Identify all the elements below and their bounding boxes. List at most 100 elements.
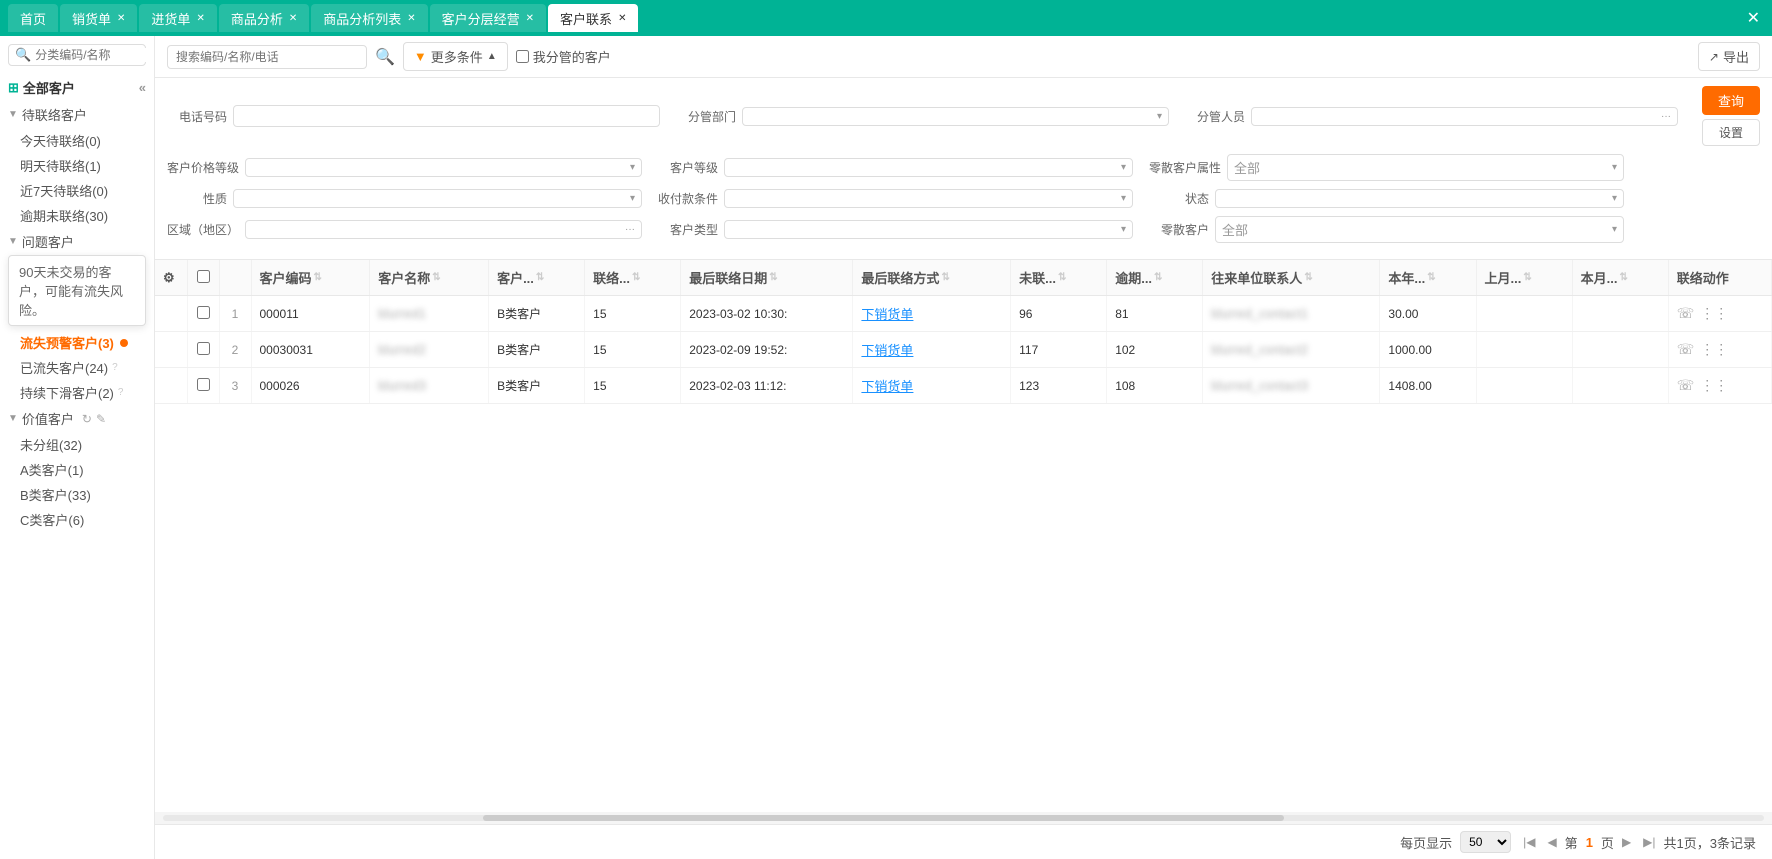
th-unit-contact[interactable]: 往来单位联系人 ⇅ xyxy=(1203,260,1380,296)
sidebar-item-class-c[interactable]: C类客户(6) xyxy=(0,507,154,532)
per-page-select[interactable]: 50 100 200 xyxy=(1460,831,1511,853)
row-last-method-0[interactable]: 下销货单 xyxy=(853,296,1011,332)
row-checkbox-cell-0[interactable] xyxy=(187,296,219,332)
main-search-input[interactable] xyxy=(167,45,367,69)
edit-icon[interactable]: ✎ xyxy=(96,412,106,426)
sidebar-item-class-a[interactable]: A类客户(1) xyxy=(0,457,154,482)
th-last-method[interactable]: 最后联络方式 ⇅ xyxy=(853,260,1011,296)
more-action-icon-1[interactable]: ⋮⋮ xyxy=(1700,341,1728,358)
tab-sales-order[interactable]: 销货单 ✕ xyxy=(60,4,137,32)
sidebar-item-today-pending[interactable]: 今天待联络(0) xyxy=(0,128,154,153)
th-code[interactable]: 客户编码 ⇅ xyxy=(251,260,370,296)
status-select[interactable]: ▾ xyxy=(1215,189,1624,208)
sidebar-search-input[interactable] xyxy=(35,48,155,62)
data-table: ⚙ 客户编码 ⇅ xyxy=(155,260,1772,404)
more-action-icon-0[interactable]: ⋮⋮ xyxy=(1700,305,1728,322)
person-select[interactable]: ··· xyxy=(1251,107,1678,126)
tab-product-analysis-list[interactable]: 商品分析列表 ✕ xyxy=(311,4,427,32)
filter-row-4: 区域（地区） ··· 客户类型 ▾ 零散客户 全部 xyxy=(167,216,1760,243)
window-close-button[interactable]: ✕ xyxy=(1743,4,1764,32)
th-settings[interactable]: ⚙ xyxy=(155,260,187,296)
prev-page-button[interactable]: ◀ xyxy=(1543,833,1560,851)
more-conditions-button[interactable]: ▼ 更多条件 ▲ xyxy=(403,42,508,71)
th-contact[interactable]: 联络... ⇅ xyxy=(585,260,681,296)
close-tab-product-list[interactable]: ✕ xyxy=(407,13,415,24)
sidebar-group-value[interactable]: ▼ 价值客户 ↻ ✎ xyxy=(0,405,154,432)
th-name[interactable]: 客户名称 ⇅ xyxy=(370,260,489,296)
customer-type-select[interactable]: ▾ xyxy=(724,220,1133,239)
close-tab-product-analysis[interactable]: ✕ xyxy=(289,13,297,24)
close-tab-purchase[interactable]: ✕ xyxy=(196,13,204,24)
sidebar-item-churn-warning[interactable]: 流失预警客户(3) xyxy=(0,330,154,355)
first-page-button[interactable]: |◀ xyxy=(1519,833,1539,851)
settings-button[interactable]: 设置 xyxy=(1702,119,1760,146)
th-type[interactable]: 客户... ⇅ xyxy=(489,260,585,296)
zero-attr-select[interactable]: 全部 ▾ xyxy=(1227,154,1624,181)
tab-customer-segmentation[interactable]: 客户分层经营 ✕ xyxy=(430,4,546,32)
more-action-icon-2[interactable]: ⋮⋮ xyxy=(1700,377,1728,394)
close-tab-segmentation[interactable]: ✕ xyxy=(526,13,534,24)
sidebar-item-declining[interactable]: 持续下滑客户(2) ? xyxy=(0,380,154,405)
export-button[interactable]: ↗ 导出 xyxy=(1698,42,1760,71)
phone-input[interactable] xyxy=(233,105,660,127)
sidebar-group-pending[interactable]: ▼ 待联络客户 xyxy=(0,101,154,128)
select-all-checkbox[interactable] xyxy=(197,270,210,283)
payment-label: 收付款条件 xyxy=(658,190,718,207)
horizontal-scrollbar[interactable] xyxy=(155,812,1772,824)
row-checkbox-cell-2[interactable] xyxy=(187,368,219,404)
main-search-icon[interactable]: 🔍 xyxy=(375,47,395,67)
th-last-month[interactable]: 上月... ⇅ xyxy=(1476,260,1572,296)
sidebar-item-7days-pending[interactable]: 近7天待联络(0) xyxy=(0,178,154,203)
refresh-icon[interactable]: ↻ xyxy=(82,412,92,426)
scrollbar-thumb[interactable] xyxy=(483,815,1284,821)
payment-select[interactable]: ▾ xyxy=(724,189,1133,208)
sidebar-search-box[interactable]: 🔍 xyxy=(8,44,146,66)
row-code-1: 00030031 xyxy=(251,332,370,368)
next-page-button[interactable]: ▶ xyxy=(1618,833,1635,851)
tab-purchase-order[interactable]: 进货单 ✕ xyxy=(139,4,216,32)
close-tab-sales[interactable]: ✕ xyxy=(117,13,125,24)
close-tab-contact[interactable]: ✕ xyxy=(618,13,626,24)
th-this-year[interactable]: 本年... ⇅ xyxy=(1380,260,1476,296)
my-customers-checkbox-group[interactable]: 我分管的客户 xyxy=(516,47,611,66)
sidebar-item-ungrouped[interactable]: 未分组(32) xyxy=(0,432,154,457)
dept-select[interactable]: ▾ xyxy=(742,107,1169,126)
row-checkbox-2[interactable] xyxy=(197,378,210,391)
row-checkbox-1[interactable] xyxy=(197,342,210,355)
sidebar-all-customers[interactable]: ⊞ 全部客户 « xyxy=(0,74,154,101)
customer-level-select[interactable]: ▾ xyxy=(724,158,1133,177)
row-last-method-1[interactable]: 下销货单 xyxy=(853,332,1011,368)
th-checkbox xyxy=(187,260,219,296)
tab-customer-contact[interactable]: 客户联系 ✕ xyxy=(548,4,638,32)
sort-icon-type: ⇅ xyxy=(536,272,544,283)
row-last-method-2[interactable]: 下销货单 xyxy=(853,368,1011,404)
sidebar-item-churned[interactable]: 已流失客户(24) ? xyxy=(0,355,154,380)
contact-action-icon-0[interactable]: ☏ xyxy=(1677,305,1695,322)
tab-product-analysis[interactable]: 商品分析 ✕ xyxy=(219,4,309,32)
contact-action-icon-2[interactable]: ☏ xyxy=(1677,377,1695,394)
tab-home[interactable]: 首页 xyxy=(8,4,58,32)
chevron-up-icon: ▲ xyxy=(487,51,497,62)
gender-select[interactable]: ▾ xyxy=(233,189,642,208)
contact-action-icon-1[interactable]: ☏ xyxy=(1677,341,1695,358)
sidebar-group-problem[interactable]: ▼ 问题客户 xyxy=(0,228,154,255)
sidebar-item-overdue-contact[interactable]: 逾期未联络(30) xyxy=(0,203,154,228)
row-checkbox-cell-1[interactable] xyxy=(187,332,219,368)
zero-customer-select[interactable]: 全部 ▾ xyxy=(1215,216,1624,243)
th-overdue-label: 逾期... xyxy=(1115,268,1152,287)
th-this-month[interactable]: 本月... ⇅ xyxy=(1572,260,1668,296)
th-overdue[interactable]: 逾期... ⇅ xyxy=(1107,260,1203,296)
sidebar-item-tomorrow-pending[interactable]: 明天待联络(1) xyxy=(0,153,154,178)
price-level-select[interactable]: ▾ xyxy=(245,158,642,177)
last-page-button[interactable]: ▶| xyxy=(1639,833,1659,851)
region-select[interactable]: ··· xyxy=(245,220,642,239)
region-more[interactable]: ··· xyxy=(625,224,635,235)
th-last-date[interactable]: 最后联络日期 ⇅ xyxy=(681,260,853,296)
sidebar-item-class-b[interactable]: B类客户(33) xyxy=(0,482,154,507)
settings-icon[interactable]: ⚙ xyxy=(163,270,175,285)
collapse-icon[interactable]: « xyxy=(139,80,146,95)
my-customers-checkbox[interactable] xyxy=(516,50,529,63)
query-button[interactable]: 查询 xyxy=(1702,86,1760,115)
th-uncontacted[interactable]: 未联... ⇅ xyxy=(1011,260,1107,296)
row-checkbox-0[interactable] xyxy=(197,306,210,319)
